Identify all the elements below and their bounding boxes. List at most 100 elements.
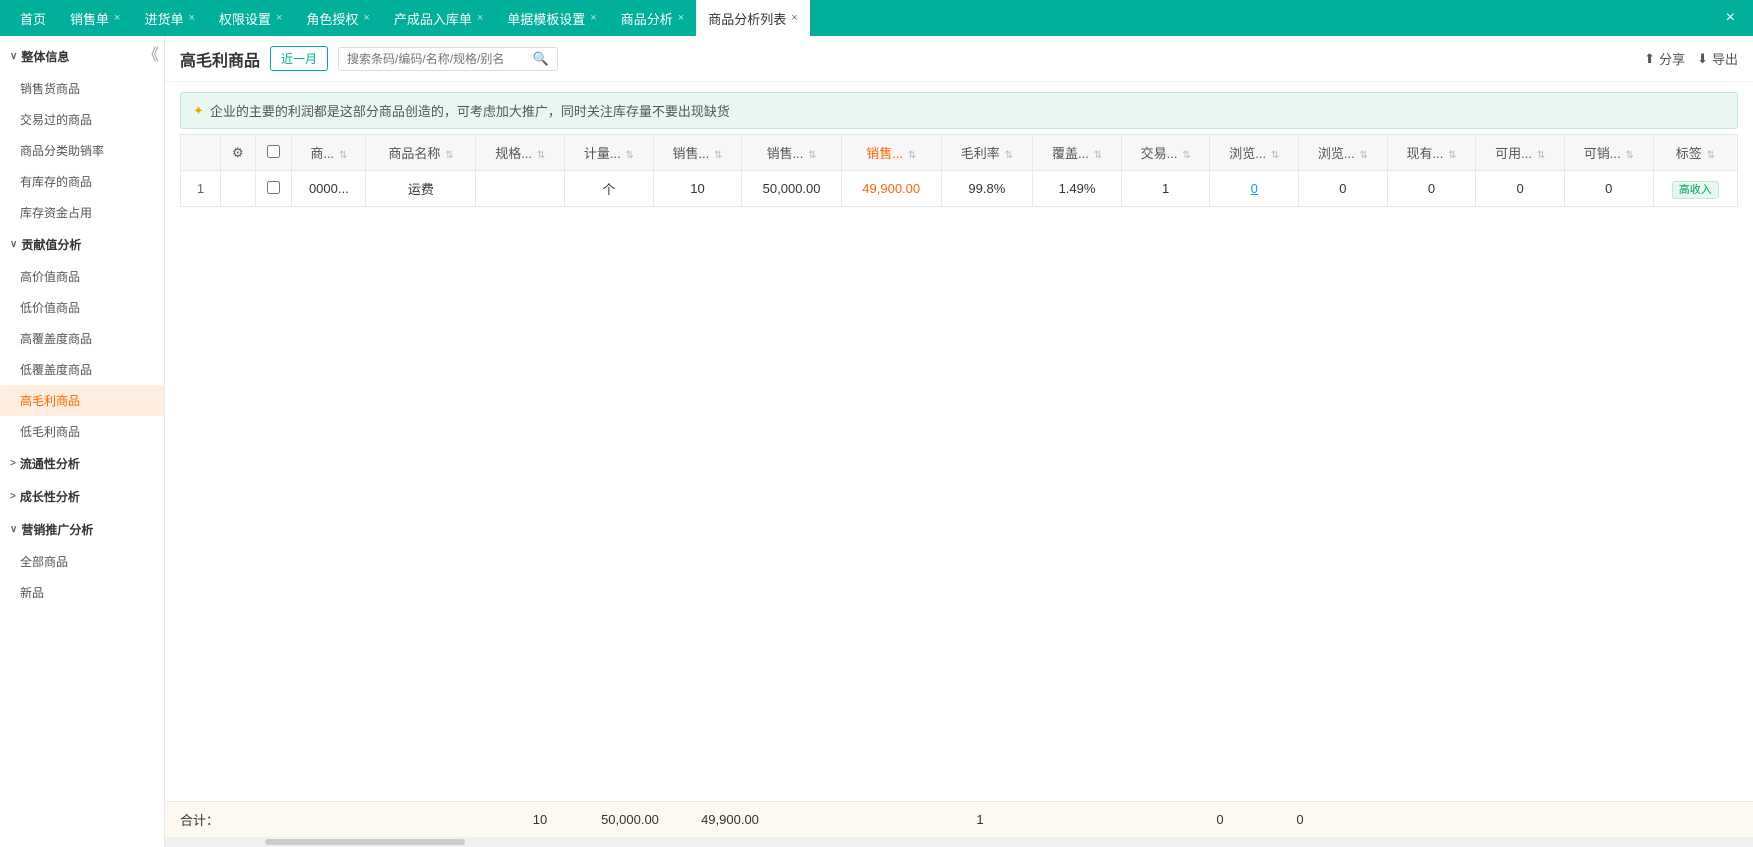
browse1-cell[interactable]: 0 xyxy=(1210,171,1299,207)
col-header-12: 浏览... ⇅ xyxy=(1210,135,1299,171)
sidebar-group-arrow: ∨ xyxy=(10,524,17,535)
stock1-cell: 0 xyxy=(1387,171,1476,207)
stock3-cell: 0 xyxy=(1564,171,1653,207)
nav-item-销售单[interactable]: 销售单× xyxy=(58,0,132,36)
nav-item-产成品入库单[interactable]: 产成品入库单× xyxy=(382,0,495,36)
row-checkbox[interactable] xyxy=(267,181,280,194)
col-header-16: 可销... ⇅ xyxy=(1564,135,1653,171)
close-window-button[interactable]: × xyxy=(1716,9,1745,27)
sort-icon[interactable]: ⇅ xyxy=(1623,150,1634,161)
sort-icon[interactable]: ⇅ xyxy=(805,150,816,161)
sidebar-item-低价值商品[interactable]: 低价值商品 xyxy=(0,292,164,323)
gross-rate-cell: 99.8% xyxy=(941,171,1033,207)
sidebar-item-低毛利商品[interactable]: 低毛利商品 xyxy=(0,416,164,447)
nav-item-商品分析[interactable]: 商品分析× xyxy=(609,0,696,36)
col-header-10: 覆盖... ⇅ xyxy=(1033,135,1122,171)
sidebar-item-高覆盖度商品[interactable]: 高覆盖度商品 xyxy=(0,323,164,354)
row-settings-cell xyxy=(221,171,256,207)
footer-stock1: 0 xyxy=(1180,812,1260,827)
col-header-7: 销售... ⇅ xyxy=(742,135,842,171)
sort-icon[interactable]: ⇅ xyxy=(1445,150,1456,161)
sort-icon[interactable]: ⇅ xyxy=(442,150,453,161)
sidebar-collapse-button[interactable]: 《 xyxy=(143,41,159,65)
sidebar-item-商品分类助销率[interactable]: 商品分类助销率 xyxy=(0,135,164,166)
nav-item-角色授权[interactable]: 角色授权× xyxy=(294,0,381,36)
nav-item-权限设置[interactable]: 权限设置× xyxy=(207,0,294,36)
nav-close-icon[interactable]: × xyxy=(590,12,596,24)
col-header-4: 规格... ⇅ xyxy=(476,135,565,171)
sort-icon[interactable]: ⇅ xyxy=(1179,150,1190,161)
filter-period-button[interactable]: 近一月 xyxy=(270,46,328,71)
sort-icon[interactable]: ⇅ xyxy=(1091,150,1102,161)
search-input[interactable] xyxy=(347,52,533,66)
col-header-13: 浏览... ⇅ xyxy=(1299,135,1388,171)
sort-icon[interactable]: ⇅ xyxy=(534,150,545,161)
col-header-0[interactable]: ⚙ xyxy=(221,135,256,171)
scrollbar-thumb[interactable] xyxy=(265,839,465,845)
sidebar-group-title[interactable]: >流通性分析 xyxy=(0,447,164,480)
col-header-5: 计量... ⇅ xyxy=(565,135,654,171)
sidebar-group-arrow: > xyxy=(10,491,16,502)
sort-icon[interactable]: ⇅ xyxy=(1268,150,1279,161)
sidebar-item-库存资金占用[interactable]: 库存资金占用 xyxy=(0,197,164,228)
table-row: 10000...运费个1050,000.0049,900.0099.8%1.49… xyxy=(181,171,1738,207)
sidebar-item-新品[interactable]: 新品 xyxy=(0,577,164,608)
nav-close-icon[interactable]: × xyxy=(791,12,797,24)
nav-close-icon[interactable]: × xyxy=(678,12,684,24)
sidebar-item-低覆盖度商品[interactable]: 低覆盖度商品 xyxy=(0,354,164,385)
horizontal-scrollbar[interactable] xyxy=(165,837,1753,847)
sidebar-item-有库存的商品[interactable]: 有库存的商品 xyxy=(0,166,164,197)
search-icon[interactable]: 🔍 xyxy=(533,51,549,67)
sidebar: 《 ∨整体信息销售货商品交易过的商品商品分类助销率有库存的商品库存资金占用∨贡献… xyxy=(0,36,165,847)
header-actions: ⬆ 分享 ⬇ 导出 xyxy=(1644,49,1738,68)
info-banner-text: 企业的主要的利润都是这部分商品创造的，可考虑加大推广，同时关注库存量不要出现缺货 xyxy=(210,101,730,120)
nav-close-icon[interactable]: × xyxy=(477,12,483,24)
sort-icon[interactable]: ⇅ xyxy=(1704,150,1715,161)
sort-icon[interactable]: ⇅ xyxy=(1357,150,1368,161)
sidebar-item-高价值商品[interactable]: 高价值商品 xyxy=(0,261,164,292)
nav-item-进货单[interactable]: 进货单× xyxy=(132,0,206,36)
export-label: 导出 xyxy=(1712,49,1738,68)
nav-item-单据模板设置[interactable]: 单据模板设置× xyxy=(495,0,608,36)
nav-item-商品分析列表[interactable]: 商品分析列表× xyxy=(696,0,809,36)
sidebar-group-title[interactable]: ∨贡献值分析 xyxy=(0,228,164,261)
sidebar-group-title[interactable]: ∨营销推广分析 xyxy=(0,513,164,546)
sidebar-group-title[interactable]: >成长性分析 xyxy=(0,480,164,513)
nav-close-icon[interactable]: × xyxy=(188,12,194,24)
share-button[interactable]: ⬆ 分享 xyxy=(1644,49,1685,68)
sidebar-group-title[interactable]: ∨整体信息 xyxy=(0,40,164,73)
sort-icon[interactable]: ⇅ xyxy=(623,150,634,161)
footer-values: 10 50,000.00 49,900.00 1 0 0 xyxy=(260,812,1738,827)
sort-icon[interactable]: ⇅ xyxy=(905,150,916,161)
col-header-2: 商... ⇅ xyxy=(292,135,366,171)
row-checkbox-cell[interactable] xyxy=(255,171,292,207)
sidebar-item-交易过的商品[interactable]: 交易过的商品 xyxy=(0,104,164,135)
nav-close-icon[interactable]: × xyxy=(114,12,120,24)
sort-icon[interactable]: ⇅ xyxy=(1002,150,1013,161)
col-header-14: 现有... ⇅ xyxy=(1387,135,1476,171)
share-label: 分享 xyxy=(1659,49,1685,68)
coverage-cell: 1.49% xyxy=(1033,171,1122,207)
nav-close-icon[interactable]: × xyxy=(276,12,282,24)
sidebar-group-arrow: ∨ xyxy=(10,51,17,62)
footer-sales2: 50,000.00 xyxy=(580,812,680,827)
nav-item-首页[interactable]: 首页 xyxy=(8,0,58,36)
sort-icon[interactable]: ⇅ xyxy=(336,150,347,161)
col-header-9: 毛利率 ⇅ xyxy=(941,135,1033,171)
export-button[interactable]: ⬇ 导出 xyxy=(1697,49,1738,68)
code-cell: 0000... xyxy=(292,171,366,207)
export-icon: ⬇ xyxy=(1697,51,1708,67)
tag-cell: 高收入 xyxy=(1653,171,1737,207)
sidebar-item-全部商品[interactable]: 全部商品 xyxy=(0,546,164,577)
table-wrapper[interactable]: ⚙商... ⇅商品名称 ⇅规格... ⇅计量... ⇅销售... ⇅销售... … xyxy=(165,134,1753,801)
nav-close-icon[interactable]: × xyxy=(363,12,369,24)
sidebar-item-销售货商品[interactable]: 销售货商品 xyxy=(0,73,164,104)
sort-icon[interactable]: ⇅ xyxy=(711,150,722,161)
select-all-checkbox[interactable] xyxy=(267,145,280,158)
sort-icon[interactable]: ⇅ xyxy=(1534,150,1545,161)
col-header-3: 商品名称 ⇅ xyxy=(366,135,476,171)
sales1-cell: 10 xyxy=(653,171,742,207)
sidebar-item-高毛利商品[interactable]: 高毛利商品 xyxy=(0,385,164,416)
share-icon: ⬆ xyxy=(1644,51,1655,67)
col-header-17: 标签 ⇅ xyxy=(1653,135,1737,171)
